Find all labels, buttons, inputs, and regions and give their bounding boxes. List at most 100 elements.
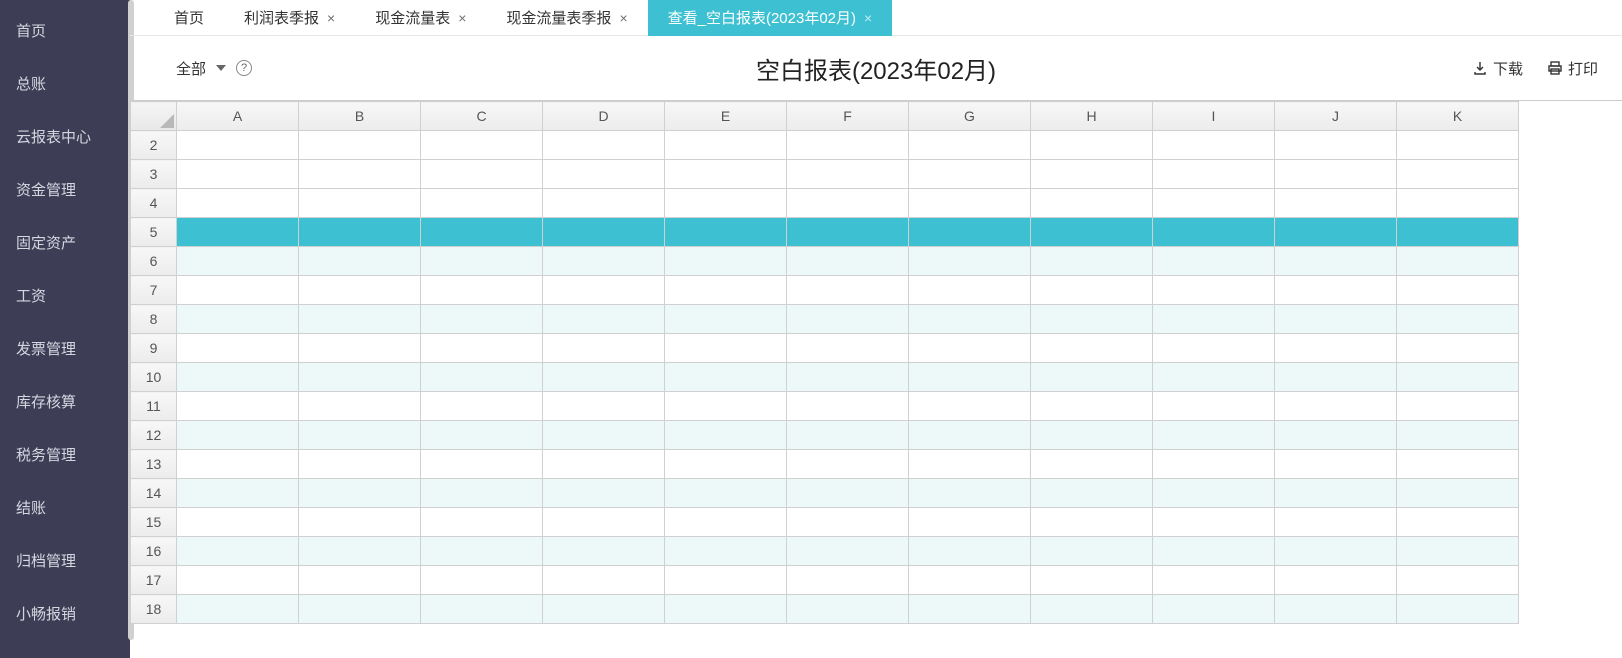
cell-B15[interactable] xyxy=(299,508,421,537)
cell-H18[interactable] xyxy=(1031,595,1153,624)
cell-J7[interactable] xyxy=(1275,276,1397,305)
cell-A12[interactable] xyxy=(177,421,299,450)
cell-F5[interactable] xyxy=(787,218,909,247)
cell-C2[interactable] xyxy=(421,131,543,160)
row-head-6[interactable]: 6 xyxy=(131,247,177,276)
cell-H4[interactable] xyxy=(1031,189,1153,218)
cell-C8[interactable] xyxy=(421,305,543,334)
cell-E13[interactable] xyxy=(665,450,787,479)
cell-K7[interactable] xyxy=(1397,276,1519,305)
sidebar-item-11[interactable]: 小畅报销 xyxy=(0,587,130,640)
cell-B17[interactable] xyxy=(299,566,421,595)
cell-H8[interactable] xyxy=(1031,305,1153,334)
cell-I3[interactable] xyxy=(1153,160,1275,189)
cell-J15[interactable] xyxy=(1275,508,1397,537)
cell-G12[interactable] xyxy=(909,421,1031,450)
cell-G4[interactable] xyxy=(909,189,1031,218)
row-head-4[interactable]: 4 xyxy=(131,189,177,218)
cell-C9[interactable] xyxy=(421,334,543,363)
cell-I13[interactable] xyxy=(1153,450,1275,479)
cell-C14[interactable] xyxy=(421,479,543,508)
sidebar-item-0[interactable]: 首页 xyxy=(0,4,130,57)
chevron-down-icon[interactable] xyxy=(216,65,226,71)
row-head-12[interactable]: 12 xyxy=(131,421,177,450)
col-head-H[interactable]: H xyxy=(1031,102,1153,131)
cell-D12[interactable] xyxy=(543,421,665,450)
cell-J2[interactable] xyxy=(1275,131,1397,160)
cell-C3[interactable] xyxy=(421,160,543,189)
cell-G7[interactable] xyxy=(909,276,1031,305)
cell-I18[interactable] xyxy=(1153,595,1275,624)
cell-F8[interactable] xyxy=(787,305,909,334)
cell-F11[interactable] xyxy=(787,392,909,421)
cell-G16[interactable] xyxy=(909,537,1031,566)
cell-K14[interactable] xyxy=(1397,479,1519,508)
tab-4[interactable]: 查看_空白报表(2023年02月)× xyxy=(648,0,893,36)
col-head-F[interactable]: F xyxy=(787,102,909,131)
cell-D5[interactable] xyxy=(543,218,665,247)
cell-E8[interactable] xyxy=(665,305,787,334)
cell-K13[interactable] xyxy=(1397,450,1519,479)
cell-F3[interactable] xyxy=(787,160,909,189)
cell-A8[interactable] xyxy=(177,305,299,334)
cell-K15[interactable] xyxy=(1397,508,1519,537)
cell-F9[interactable] xyxy=(787,334,909,363)
col-head-A[interactable]: A xyxy=(177,102,299,131)
cell-E11[interactable] xyxy=(665,392,787,421)
cell-J3[interactable] xyxy=(1275,160,1397,189)
cell-A9[interactable] xyxy=(177,334,299,363)
cell-A7[interactable] xyxy=(177,276,299,305)
cell-B9[interactable] xyxy=(299,334,421,363)
close-icon[interactable]: × xyxy=(327,10,335,26)
cell-F10[interactable] xyxy=(787,363,909,392)
cell-C15[interactable] xyxy=(421,508,543,537)
cell-F4[interactable] xyxy=(787,189,909,218)
cell-A6[interactable] xyxy=(177,247,299,276)
cell-H3[interactable] xyxy=(1031,160,1153,189)
cell-C5[interactable] xyxy=(421,218,543,247)
cell-G14[interactable] xyxy=(909,479,1031,508)
cell-G17[interactable] xyxy=(909,566,1031,595)
cell-I6[interactable] xyxy=(1153,247,1275,276)
cell-D13[interactable] xyxy=(543,450,665,479)
sidebar-item-9[interactable]: 结账 xyxy=(0,481,130,534)
cell-F2[interactable] xyxy=(787,131,909,160)
cell-K6[interactable] xyxy=(1397,247,1519,276)
cell-G15[interactable] xyxy=(909,508,1031,537)
cell-A4[interactable] xyxy=(177,189,299,218)
cell-E17[interactable] xyxy=(665,566,787,595)
cell-J4[interactable] xyxy=(1275,189,1397,218)
cell-J13[interactable] xyxy=(1275,450,1397,479)
filter-label[interactable]: 全部 xyxy=(176,58,206,79)
cell-E16[interactable] xyxy=(665,537,787,566)
sidebar-item-7[interactable]: 库存核算 xyxy=(0,375,130,428)
cell-D9[interactable] xyxy=(543,334,665,363)
cell-J5[interactable] xyxy=(1275,218,1397,247)
close-icon[interactable]: × xyxy=(458,10,466,26)
cell-I12[interactable] xyxy=(1153,421,1275,450)
cell-B5[interactable] xyxy=(299,218,421,247)
cell-B14[interactable] xyxy=(299,479,421,508)
cell-K9[interactable] xyxy=(1397,334,1519,363)
tab-0[interactable]: 首页 xyxy=(154,0,224,36)
cell-E9[interactable] xyxy=(665,334,787,363)
cell-E5[interactable] xyxy=(665,218,787,247)
cell-C10[interactable] xyxy=(421,363,543,392)
cell-B13[interactable] xyxy=(299,450,421,479)
row-head-8[interactable]: 8 xyxy=(131,305,177,334)
cell-G6[interactable] xyxy=(909,247,1031,276)
row-head-16[interactable]: 16 xyxy=(131,537,177,566)
col-head-J[interactable]: J xyxy=(1275,102,1397,131)
cell-B16[interactable] xyxy=(299,537,421,566)
cell-E10[interactable] xyxy=(665,363,787,392)
cell-A13[interactable] xyxy=(177,450,299,479)
cell-A18[interactable] xyxy=(177,595,299,624)
sidebar-item-10[interactable]: 归档管理 xyxy=(0,534,130,587)
cell-G8[interactable] xyxy=(909,305,1031,334)
cell-C11[interactable] xyxy=(421,392,543,421)
cell-D8[interactable] xyxy=(543,305,665,334)
cell-C12[interactable] xyxy=(421,421,543,450)
cell-B8[interactable] xyxy=(299,305,421,334)
cell-A15[interactable] xyxy=(177,508,299,537)
cell-D15[interactable] xyxy=(543,508,665,537)
